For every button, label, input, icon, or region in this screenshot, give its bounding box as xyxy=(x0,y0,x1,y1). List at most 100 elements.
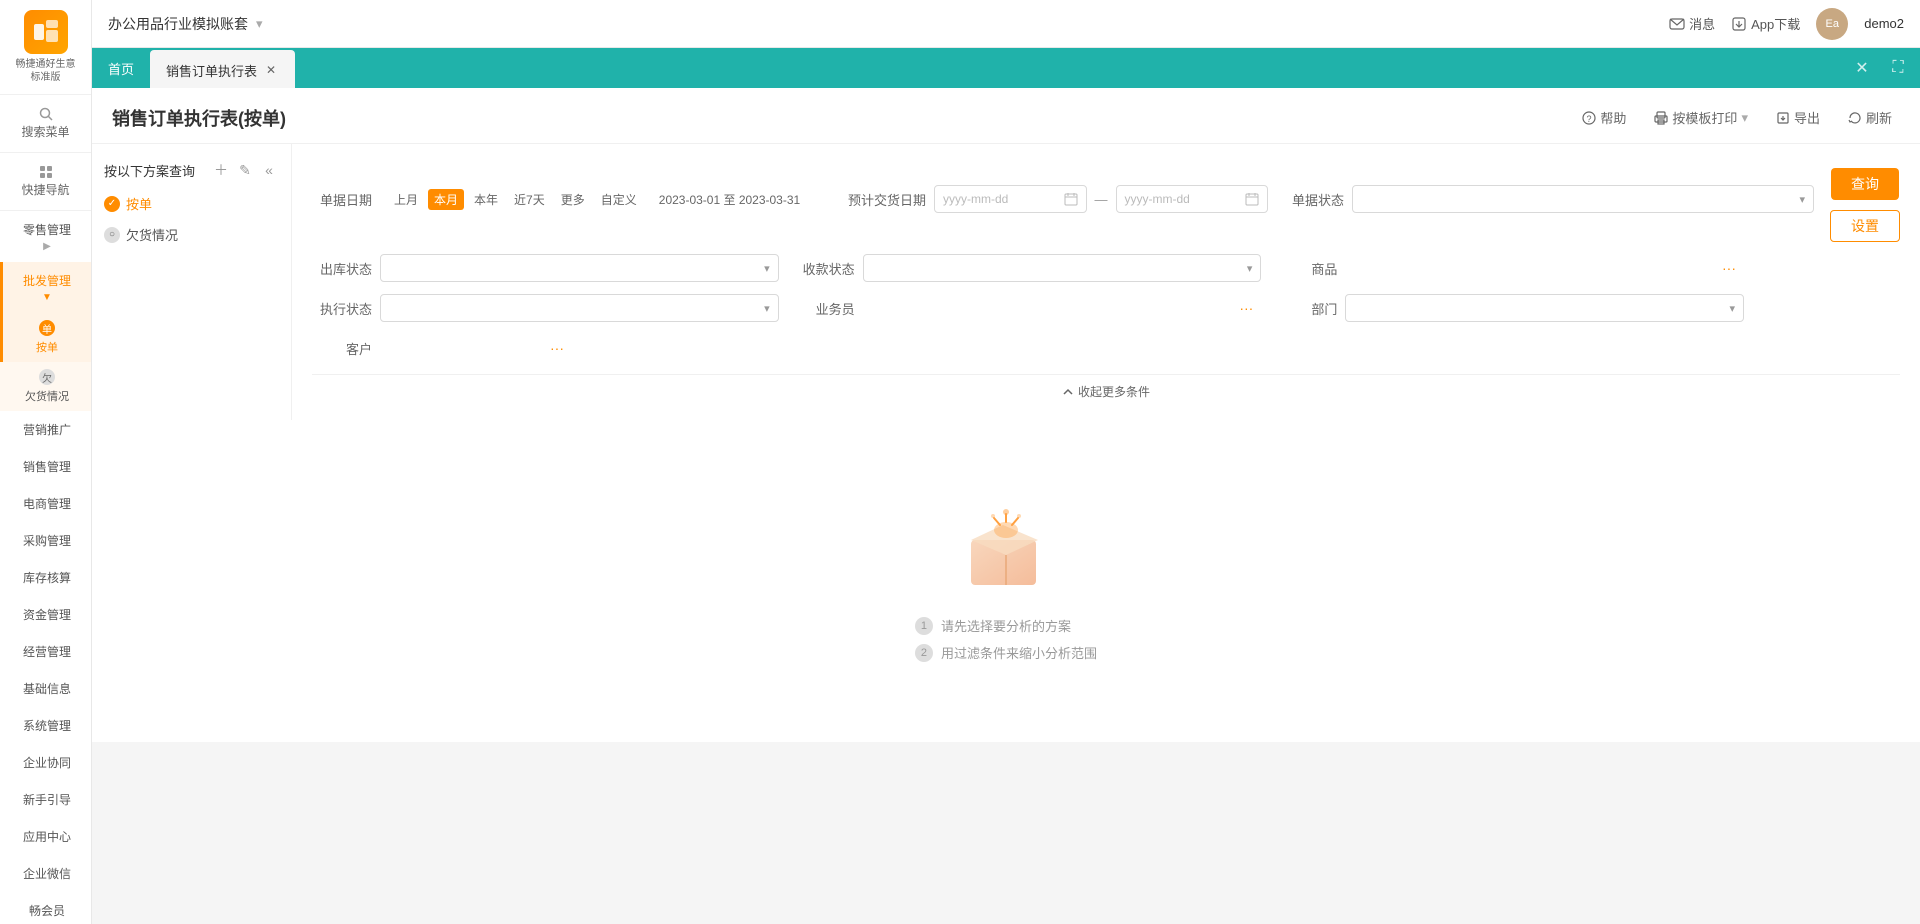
sidebar-item-sales[interactable]: 销售管理 xyxy=(0,448,91,485)
collapse-bar[interactable]: 收起更多条件 xyxy=(312,374,1900,408)
shortcut-this-year[interactable]: 本年 xyxy=(468,189,504,210)
product-select[interactable]: ··· xyxy=(1345,254,1744,282)
empty-tip-2: 2 用过滤条件来缩小分析范围 xyxy=(915,643,1097,662)
sidebar-search-section: 搜索菜单 xyxy=(0,95,91,153)
operations-label: 经营管理 xyxy=(23,643,71,660)
shortcut-more[interactable]: 更多 xyxy=(555,189,591,210)
filter-row-3: 执行状态 ▾ 业务员 ··· xyxy=(312,294,1900,322)
sidebar-item-member[interactable]: 畅会员 xyxy=(0,892,91,924)
app-download-button[interactable]: App下载 xyxy=(1731,14,1800,33)
tabbar: 首页 销售订单执行表 ✕ ✕ ⛶ xyxy=(92,48,1920,88)
customer-select[interactable]: ··· xyxy=(380,334,572,362)
sidebar-item-newbie[interactable]: 新手引导 xyxy=(0,781,91,818)
sidebar-item-enterprise[interactable]: 企业协同 xyxy=(0,744,91,781)
print-button[interactable]: 按模板打印 ▾ xyxy=(1646,104,1756,131)
department-select[interactable]: ▾ xyxy=(1345,294,1744,322)
tab-sales-exec-label: 销售订单执行表 xyxy=(166,61,257,80)
sidebar-item-apps[interactable]: 应用中心 xyxy=(0,818,91,855)
sidebar: 畅捷通好生意 标准版 搜索菜单 快捷导航 零售管理 ▶ 批发管理 ▼ 单 按单 xyxy=(0,0,92,924)
sidebar-item-system[interactable]: 系统管理 xyxy=(0,707,91,744)
wechat-label: 企业微信 xyxy=(23,865,71,882)
sidebar-item-operations[interactable]: 经营管理 xyxy=(0,633,91,670)
scheme-item-debt[interactable]: ○ 欠货情况 xyxy=(92,219,291,250)
sidebar-item-orders[interactable]: 单 按单 xyxy=(0,313,91,362)
date-range-text: 2023-03-01 至 2023-03-31 xyxy=(659,191,800,208)
tab-sales-exec[interactable]: 销售订单执行表 ✕ xyxy=(150,50,295,90)
sidebar-item-finance[interactable]: 资金管理 xyxy=(0,596,91,633)
payment-status-select[interactable]: ▾ xyxy=(863,254,1262,282)
expected-date-start[interactable]: yyyy-mm-dd xyxy=(934,185,1087,213)
orders-icon: 单 xyxy=(39,320,55,336)
doc-status-select[interactable]: ▾ xyxy=(1352,185,1814,213)
search-menu-label: 搜索菜单 xyxy=(21,123,69,140)
sidebar-logo: 畅捷通好生意 标准版 xyxy=(0,0,91,95)
tabbar-expand-button[interactable]: ⛶ xyxy=(1884,54,1912,82)
exec-status-label: 执行状态 xyxy=(312,299,372,318)
sidebar-item-inventory[interactable]: 库存核算 xyxy=(0,559,91,596)
basic-label: 基础信息 xyxy=(23,680,71,697)
shortcut-7days[interactable]: 近7天 xyxy=(508,189,551,210)
scheme-orders-icon: ✓ xyxy=(104,196,120,212)
sidebar-item-ecommerce[interactable]: 电商管理 xyxy=(0,485,91,522)
set-button[interactable]: 设置 xyxy=(1830,210,1900,242)
message-label: 消息 xyxy=(1689,14,1715,33)
sidebar-item-marketing[interactable]: 营销推广 xyxy=(0,411,91,448)
logo-icon xyxy=(24,10,68,54)
shortcut-prev-month[interactable]: 上月 xyxy=(388,189,424,210)
tip-text-1: 请先选择要分析的方案 xyxy=(941,616,1071,635)
shortcut-custom[interactable]: 自定义 xyxy=(595,189,643,210)
filter-scheme-header: 按以下方案查询 ＋ ✎ « xyxy=(92,156,291,188)
query-button[interactable]: 查询 xyxy=(1831,168,1899,200)
ship-status-field: 出库状态 ▾ xyxy=(312,254,779,282)
scheme-item-orders[interactable]: ✓ 按单 xyxy=(92,188,291,219)
message-button[interactable]: 消息 xyxy=(1669,14,1715,33)
sidebar-item-retail[interactable]: 零售管理 ▶ xyxy=(0,211,91,262)
scheme-collapse-button[interactable]: « xyxy=(259,160,279,180)
ecommerce-label: 电商管理 xyxy=(23,495,71,512)
export-button[interactable]: 导出 xyxy=(1768,104,1828,131)
scheme-add-button[interactable]: ＋ xyxy=(211,160,231,180)
sidebar-item-wholesale[interactable]: 批发管理 ▼ xyxy=(0,262,91,313)
sidebar-item-purchase[interactable]: 采购管理 xyxy=(0,522,91,559)
expected-date-end[interactable]: yyyy-mm-dd xyxy=(1116,185,1269,213)
scheme-actions: ＋ ✎ « xyxy=(211,160,279,180)
salesperson-label: 业务员 xyxy=(795,299,855,318)
svg-text:?: ? xyxy=(1587,114,1592,124)
topbar-title-arrow[interactable]: ▾ xyxy=(256,16,263,32)
tab-home[interactable]: 首页 xyxy=(92,48,150,88)
page: 销售订单执行表(按单) ? 帮助 按模板打印 ▾ 导出 xyxy=(92,88,1920,742)
user-avatar[interactable]: Ea xyxy=(1816,8,1848,40)
logo-text: 畅捷通好生意 标准版 xyxy=(16,58,76,84)
sidebar-item-debt[interactable]: 欠 欠货情况 xyxy=(0,362,91,411)
date-separator: — xyxy=(1095,192,1108,207)
user-name[interactable]: demo2 xyxy=(1864,16,1904,31)
shortcut-this-month[interactable]: 本月 xyxy=(428,189,464,210)
tabbar-close-button[interactable]: ✕ xyxy=(1848,54,1876,82)
scheme-label: 按以下方案查询 xyxy=(104,161,195,180)
ship-status-select[interactable]: ▾ xyxy=(380,254,779,282)
help-label: 帮助 xyxy=(1600,108,1626,127)
exec-status-select[interactable]: ▾ xyxy=(380,294,779,322)
quick-nav-button[interactable]: 快捷导航 xyxy=(0,159,91,204)
retail-arrow: ▶ xyxy=(43,241,51,252)
sidebar-item-wechat[interactable]: 企业微信 xyxy=(0,855,91,892)
refresh-label: 刷新 xyxy=(1866,108,1892,127)
tabbar-actions: ✕ ⛶ xyxy=(1848,54,1920,82)
topbar-left: 办公用品行业模拟账套 ▾ xyxy=(108,14,263,34)
empty-tips: 1 请先选择要分析的方案 2 用过滤条件来缩小分析范围 xyxy=(915,616,1097,662)
sidebar-item-basic[interactable]: 基础信息 xyxy=(0,670,91,707)
tip-text-2: 用过滤条件来缩小分析范围 xyxy=(941,643,1097,662)
print-arrow[interactable]: ▾ xyxy=(1741,110,1748,126)
refresh-button[interactable]: 刷新 xyxy=(1840,104,1900,131)
filter-row-4: 客户 ··· xyxy=(312,334,1900,362)
empty-state: 1 请先选择要分析的方案 2 用过滤条件来缩小分析范围 xyxy=(92,420,1920,742)
app-download-label: App下载 xyxy=(1751,14,1800,33)
scheme-edit-button[interactable]: ✎ xyxy=(235,160,255,180)
tab-close-button[interactable]: ✕ xyxy=(263,62,279,78)
ship-status-label: 出库状态 xyxy=(312,259,372,278)
salesperson-select[interactable]: ··· xyxy=(863,294,1262,322)
search-menu-button[interactable]: 搜索菜单 xyxy=(8,103,83,144)
expected-date-field: 预计交货日期 yyyy-mm-dd — yyyy-mm-dd xyxy=(848,185,1268,213)
page-header: 销售订单执行表(按单) ? 帮助 按模板打印 ▾ 导出 xyxy=(92,88,1920,144)
help-button[interactable]: ? 帮助 xyxy=(1574,104,1634,131)
